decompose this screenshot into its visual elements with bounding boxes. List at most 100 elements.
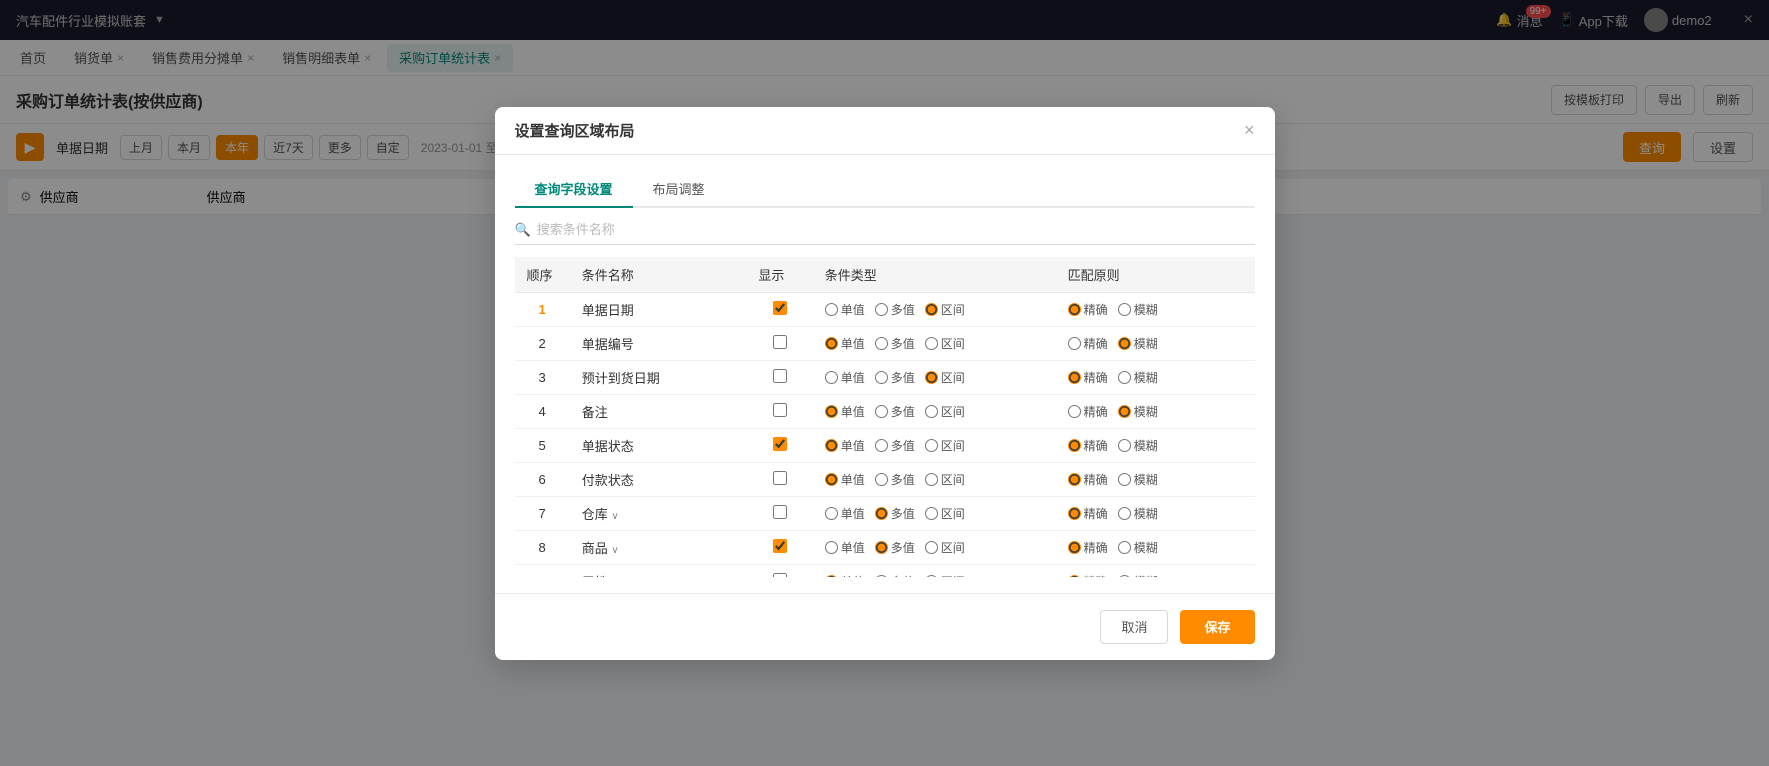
cell-display[interactable] — [746, 394, 812, 428]
modal-tab-fields[interactable]: 查询字段设置 — [515, 171, 633, 208]
radio-type-item[interactable]: 区间 — [925, 471, 965, 488]
radio-type-item[interactable]: 单值 — [825, 335, 865, 352]
radio-match-item[interactable]: 模糊 — [1118, 505, 1158, 522]
cell-display[interactable] — [746, 428, 812, 462]
cell-display[interactable] — [746, 292, 812, 326]
radio-type-item[interactable]: 多值 — [875, 437, 915, 454]
radio-match-item[interactable]: 精确 — [1068, 369, 1108, 386]
radio-match-item[interactable]: 模糊 — [1118, 539, 1158, 556]
cell-display[interactable] — [746, 530, 812, 564]
cell-name: 付款状态 — [570, 462, 747, 496]
cell-display[interactable] — [746, 326, 812, 360]
radio-type-item[interactable]: 单值 — [825, 573, 865, 577]
radio-type-item[interactable]: 单值 — [825, 301, 865, 318]
radio-match-item[interactable]: 精确 — [1068, 539, 1108, 556]
radio-match-item[interactable]: 模糊 — [1118, 471, 1158, 488]
radio-type-item[interactable]: 区间 — [925, 403, 965, 420]
radio-match-item[interactable]: 模糊 — [1118, 573, 1158, 577]
cell-match[interactable]: 精确模糊 — [1056, 530, 1255, 564]
cell-display[interactable] — [746, 564, 812, 577]
cell-order: 9 — [515, 564, 570, 577]
radio-type-item[interactable]: 区间 — [925, 573, 965, 577]
cell-type[interactable]: 单值多值区间 — [813, 428, 1056, 462]
cancel-btn[interactable]: 取消 — [1100, 610, 1168, 644]
radio-type-item[interactable]: 多值 — [875, 471, 915, 488]
cell-match[interactable]: 精确模糊 — [1056, 292, 1255, 326]
display-checkbox[interactable] — [773, 573, 787, 577]
display-checkbox[interactable] — [773, 335, 787, 349]
radio-match-item[interactable]: 精确 — [1068, 301, 1108, 318]
radio-type-item[interactable]: 区间 — [925, 369, 965, 386]
radio-type-item[interactable]: 多值 — [875, 403, 915, 420]
display-checkbox[interactable] — [773, 301, 787, 315]
th-type: 条件类型 — [813, 257, 1056, 293]
table-row: 3预计到货日期单值多值区间精确模糊 — [515, 360, 1255, 394]
radio-match-item[interactable]: 模糊 — [1118, 403, 1158, 420]
cell-type[interactable]: 单值多值区间 — [813, 292, 1056, 326]
th-display: 显示 — [746, 257, 812, 293]
cell-type[interactable]: 单值多值区间 — [813, 530, 1056, 564]
cell-order: 8 — [515, 530, 570, 564]
cell-match[interactable]: 精确模糊 — [1056, 394, 1255, 428]
radio-type-item[interactable]: 多值 — [875, 573, 915, 577]
radio-match-item[interactable]: 精确 — [1068, 335, 1108, 352]
conditions-table-scroll[interactable]: 顺序 条件名称 显示 条件类型 匹配原则 1单据日期单值多值区间精确模糊2单据编… — [515, 257, 1255, 577]
cell-type[interactable]: 单值多值区间 — [813, 360, 1056, 394]
radio-match-item[interactable]: 精确 — [1068, 437, 1108, 454]
radio-type-item[interactable]: 区间 — [925, 301, 965, 318]
radio-type-item[interactable]: 区间 — [925, 335, 965, 352]
cell-order: 6 — [515, 462, 570, 496]
cell-type[interactable]: 单值多值区间 — [813, 496, 1056, 530]
table-row: 4备注单值多值区间精确模糊 — [515, 394, 1255, 428]
cell-name: 单据状态 — [570, 428, 747, 462]
radio-type-item[interactable]: 单值 — [825, 403, 865, 420]
display-checkbox[interactable] — [773, 403, 787, 417]
cell-type[interactable]: 单值多值区间 — [813, 394, 1056, 428]
modal-close-btn[interactable]: × — [1244, 120, 1255, 141]
save-btn[interactable]: 保存 — [1180, 610, 1254, 644]
cell-type[interactable]: 单值多值区间 — [813, 326, 1056, 360]
cell-type[interactable]: 单值多值区间 — [813, 462, 1056, 496]
modal-dialog: 设置查询区域布局 × 查询字段设置 布局调整 🔍 顺序 — [495, 107, 1275, 660]
cell-name: 属性 ∨ — [570, 564, 747, 577]
radio-type-item[interactable]: 区间 — [925, 505, 965, 522]
cell-match[interactable]: 精确模糊 — [1056, 326, 1255, 360]
radio-type-item[interactable]: 多值 — [875, 301, 915, 318]
radio-type-item[interactable]: 多值 — [875, 369, 915, 386]
cell-match[interactable]: 精确模糊 — [1056, 462, 1255, 496]
display-checkbox[interactable] — [773, 539, 787, 553]
radio-type-item[interactable]: 单值 — [825, 369, 865, 386]
cell-display[interactable] — [746, 462, 812, 496]
radio-type-item[interactable]: 单值 — [825, 437, 865, 454]
radio-type-item[interactable]: 区间 — [925, 539, 965, 556]
cell-display[interactable] — [746, 496, 812, 530]
display-checkbox[interactable] — [773, 369, 787, 383]
radio-type-item[interactable]: 多值 — [875, 505, 915, 522]
cell-match[interactable]: 精确 模糊 — [1056, 564, 1255, 577]
radio-match-item[interactable]: 精确 — [1068, 403, 1108, 420]
cell-match[interactable]: 精确模糊 — [1056, 360, 1255, 394]
radio-match-item[interactable]: 模糊 — [1118, 301, 1158, 318]
search-input[interactable] — [537, 222, 737, 237]
display-checkbox[interactable] — [773, 505, 787, 519]
radio-match-item[interactable]: 模糊 — [1118, 369, 1158, 386]
radio-type-item[interactable]: 区间 — [925, 437, 965, 454]
cell-order: 5 — [515, 428, 570, 462]
radio-type-item[interactable]: 多值 — [875, 335, 915, 352]
cell-match[interactable]: 精确模糊 — [1056, 428, 1255, 462]
radio-match-item[interactable]: 精确 — [1068, 573, 1108, 577]
display-checkbox[interactable] — [773, 437, 787, 451]
cell-match[interactable]: 精确模糊 — [1056, 496, 1255, 530]
radio-match-item[interactable]: 精确 — [1068, 471, 1108, 488]
radio-type-item[interactable]: 单值 — [825, 539, 865, 556]
modal-tab-layout[interactable]: 布局调整 — [633, 171, 725, 208]
cell-type[interactable]: 单值 多值 区间 — [813, 564, 1056, 577]
radio-match-item[interactable]: 精确 — [1068, 505, 1108, 522]
display-checkbox[interactable] — [773, 471, 787, 485]
radio-type-item[interactable]: 多值 — [875, 539, 915, 556]
radio-match-item[interactable]: 模糊 — [1118, 437, 1158, 454]
radio-type-item[interactable]: 单值 — [825, 505, 865, 522]
cell-display[interactable] — [746, 360, 812, 394]
radio-match-item[interactable]: 模糊 — [1118, 335, 1158, 352]
radio-type-item[interactable]: 单值 — [825, 471, 865, 488]
